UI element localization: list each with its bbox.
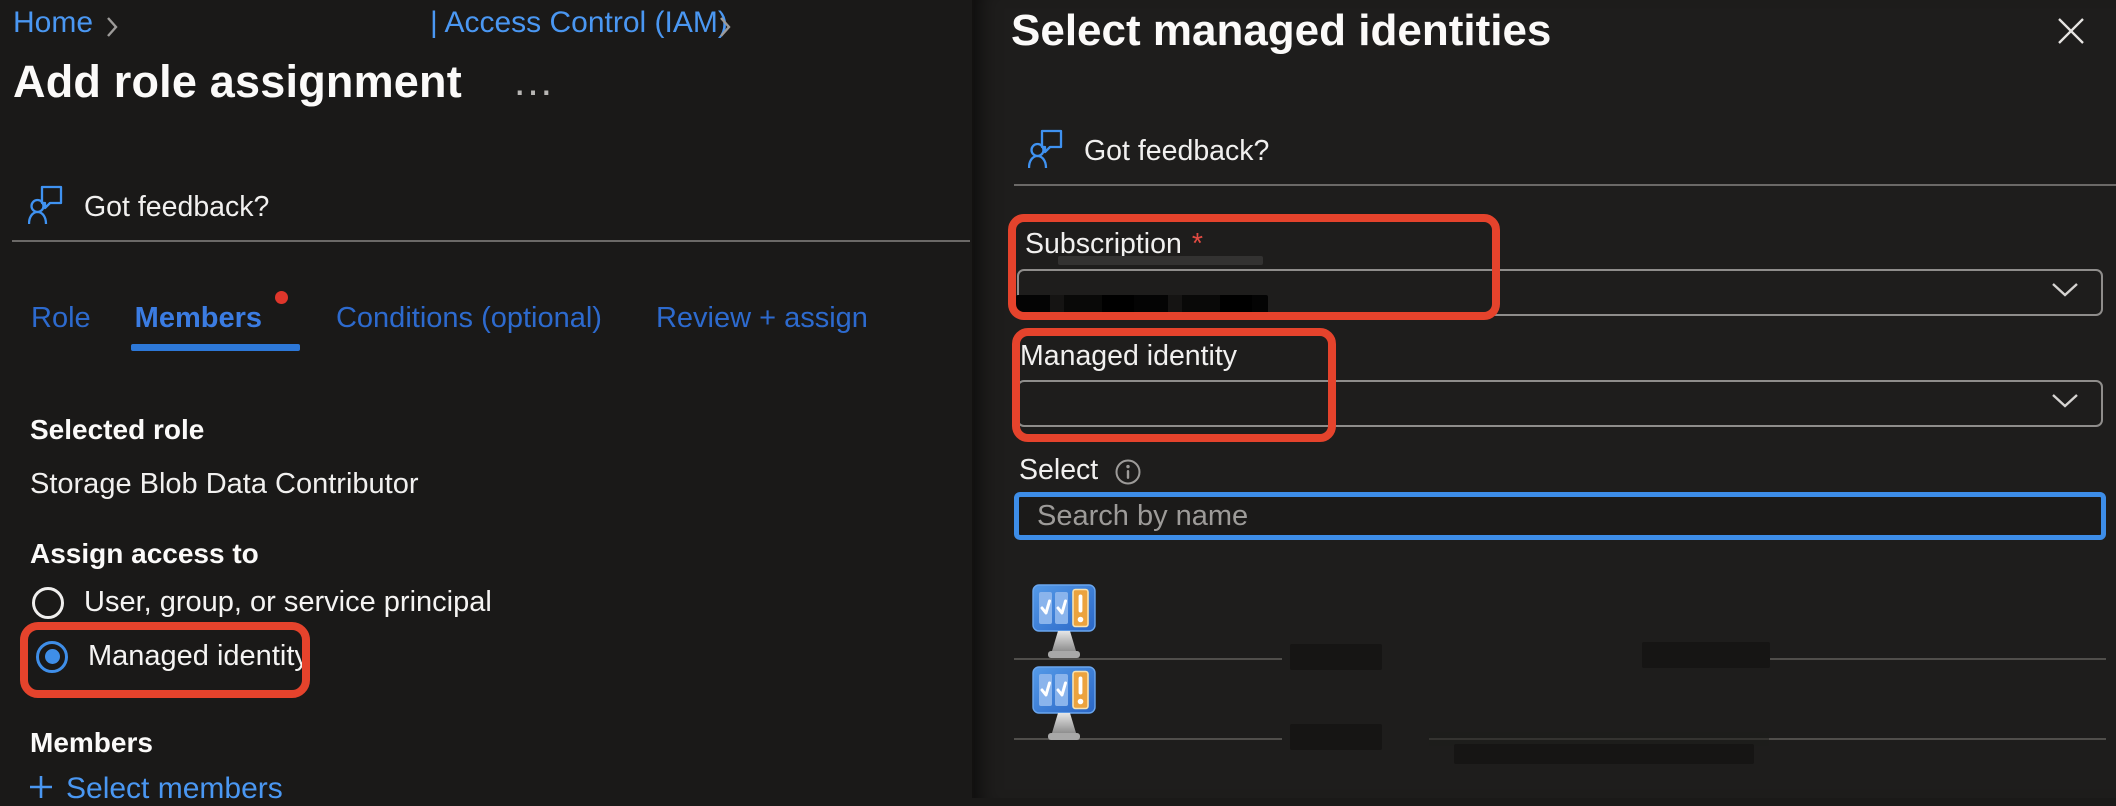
wizard-tabs: Role Members Conditions (optional) Revie… — [31, 302, 868, 335]
got-feedback-label: Got feedback? — [84, 191, 269, 224]
managed-identity-label: Managed identity — [1020, 340, 1237, 373]
members-label: Members — [30, 727, 153, 759]
selected-role-value: Storage Blob Data Contributor — [30, 468, 419, 501]
active-tab-underline — [131, 344, 300, 351]
redaction-identity-name — [1642, 642, 1770, 668]
redaction-identity-name — [1290, 724, 1382, 750]
radio-option-user-group[interactable]: User, group, or service principal — [32, 586, 492, 619]
selected-role-label: Selected role — [30, 414, 204, 446]
chevron-down-icon — [2051, 282, 2079, 303]
select-row: Select — [1019, 454, 1142, 487]
got-feedback-link[interactable]: Got feedback? — [28, 184, 269, 231]
search-input[interactable] — [1019, 497, 2101, 535]
feedback-person-icon — [28, 184, 64, 231]
select-managed-identities-panel: Select managed identities Got feedback? … — [972, 0, 2116, 798]
redaction-subscription-value — [1016, 295, 1268, 318]
assign-access-to-label: Assign access to — [30, 538, 259, 570]
tab-members-label: Members — [135, 302, 262, 334]
chevron-right-icon — [718, 15, 732, 44]
add-role-assignment-page: Home | Access Control (IAM) Add role ass… — [0, 0, 972, 798]
panel-title: Select managed identities — [1011, 6, 1551, 56]
radio-dot — [45, 649, 60, 664]
tab-role[interactable]: Role — [31, 302, 91, 335]
got-feedback-link[interactable]: Got feedback? — [1028, 128, 1269, 175]
tab-review-assign[interactable]: Review + assign — [656, 302, 868, 335]
tab-members[interactable]: Members — [135, 302, 262, 335]
notification-dot — [275, 291, 288, 304]
chevron-down-icon — [2051, 393, 2079, 414]
radio-checked-icon[interactable] — [36, 641, 68, 673]
radio-option-label: Managed identity — [88, 640, 309, 673]
plus-icon — [28, 774, 54, 805]
info-icon[interactable] — [1114, 458, 1142, 486]
select-members-link[interactable]: Select members — [28, 772, 283, 806]
close-panel-button[interactable] — [2054, 14, 2088, 53]
close-icon — [2054, 35, 2088, 52]
select-label: Select — [1019, 454, 1098, 487]
list-item[interactable] — [1032, 584, 1096, 665]
managed-identity-dropdown[interactable] — [1017, 380, 2103, 427]
breadcrumb: Home | Access Control (IAM) — [13, 6, 953, 42]
section-divider — [12, 240, 970, 242]
radio-unchecked-icon[interactable] — [32, 587, 64, 619]
chevron-right-icon — [105, 15, 119, 44]
more-options-button[interactable]: … — [512, 76, 557, 86]
breadcrumb-home-link[interactable]: Home — [13, 6, 93, 40]
section-divider — [1014, 184, 2116, 186]
radio-option-managed-identity[interactable]: Managed identity — [36, 640, 309, 673]
search-box — [1014, 492, 2106, 540]
feedback-person-icon — [1028, 128, 1064, 175]
breadcrumb-access-control-link[interactable]: | Access Control (IAM) — [430, 6, 728, 40]
page-title: Add role assignment — [13, 56, 462, 108]
redaction-smudge — [1058, 256, 1263, 265]
tab-conditions[interactable]: Conditions (optional) — [336, 302, 602, 335]
redaction-identity-name — [1290, 644, 1382, 670]
redaction-identity-name — [1454, 744, 1754, 764]
virtual-machine-icon — [1032, 729, 1096, 746]
got-feedback-label: Got feedback? — [1084, 135, 1269, 168]
radio-option-label: User, group, or service principal — [84, 586, 492, 619]
virtual-machine-icon — [1032, 647, 1096, 664]
list-item[interactable] — [1032, 666, 1096, 747]
select-members-label: Select members — [66, 772, 283, 806]
